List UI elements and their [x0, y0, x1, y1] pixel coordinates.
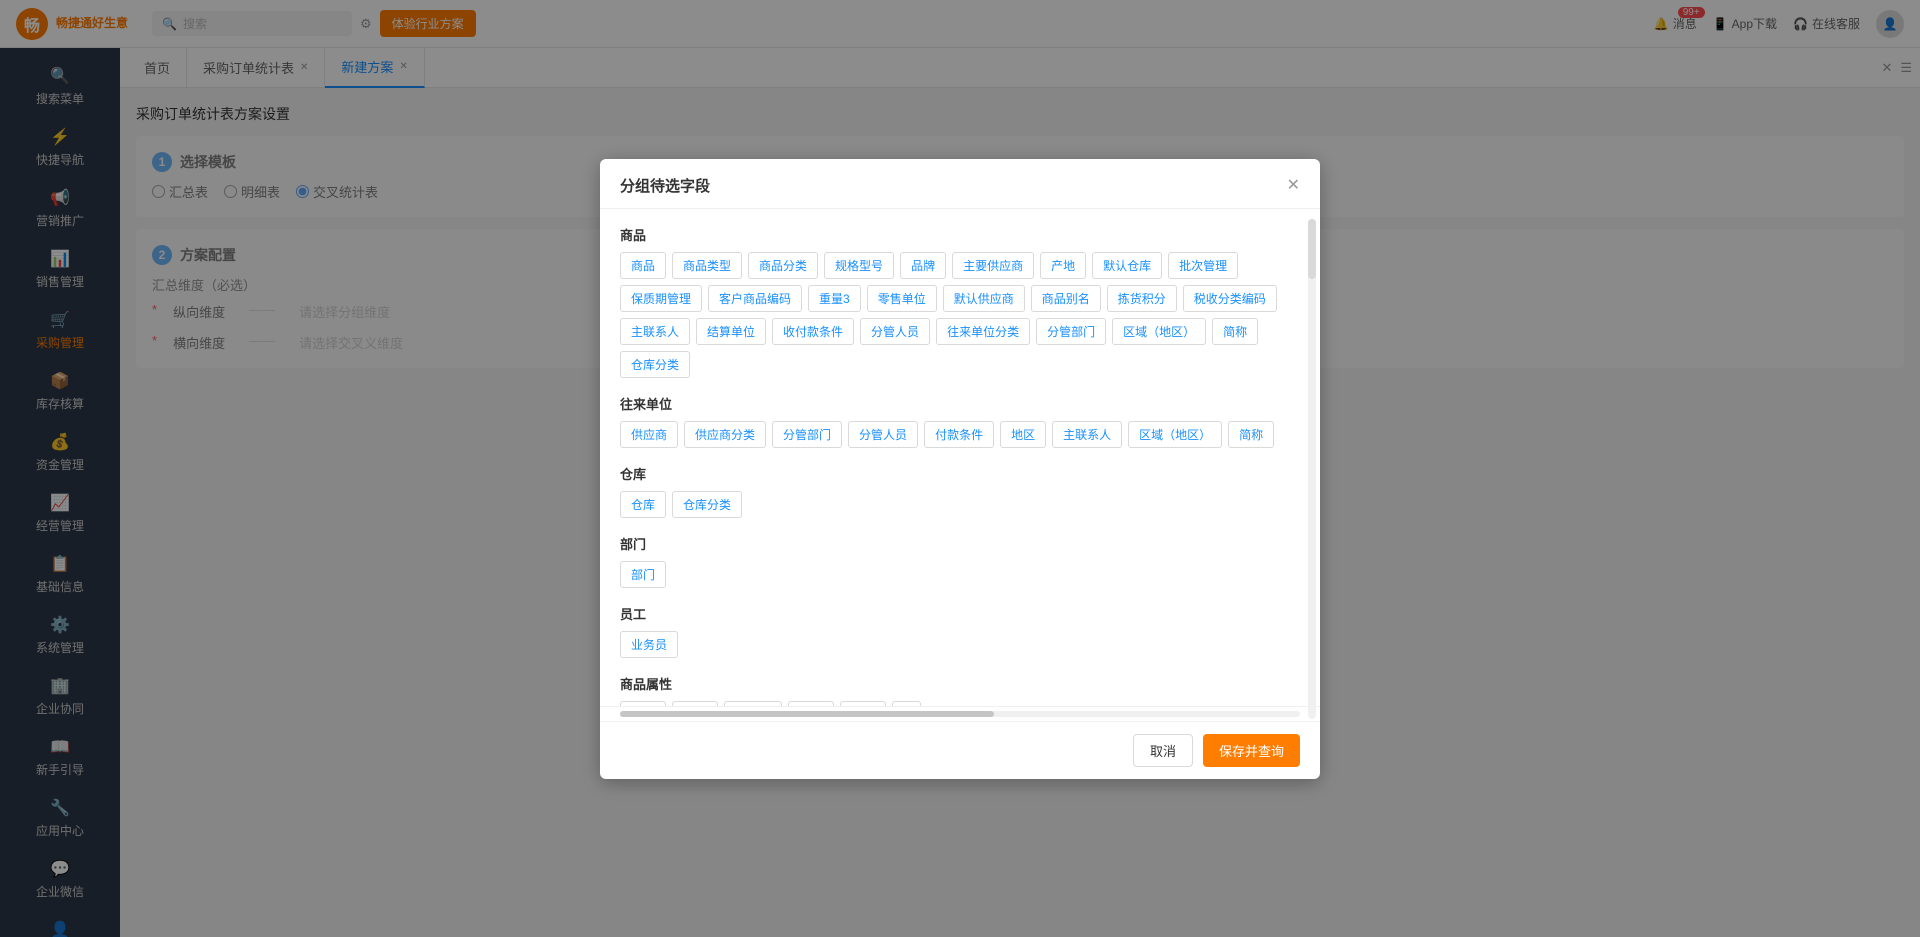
field-tag[interactable]: 默认供应商 [943, 285, 1025, 312]
save-button[interactable]: 保存并查询 [1203, 734, 1300, 767]
modal-body: 商品商品商品类型商品分类规格型号品牌主要供应商产地默认仓库批次管理保质期管理客户… [600, 209, 1320, 707]
field-tag[interactable]: 供应商 [620, 421, 678, 448]
section-title-warehouse: 仓库 [620, 464, 1300, 483]
modal-header: 分组待选字段 ✕ [600, 159, 1320, 209]
field-tag[interactable]: 仓库分类 [620, 351, 690, 378]
field-tag[interactable]: 商品 [620, 252, 666, 279]
cancel-button[interactable]: 取消 [1133, 734, 1193, 767]
field-tag[interactable]: 产地 [1040, 252, 1086, 279]
field-tag[interactable]: 付款条件 [924, 421, 994, 448]
field-tag[interactable]: 地区 [1000, 421, 1046, 448]
field-tag[interactable]: 仓库分类 [672, 491, 742, 518]
horizontal-scroll-thumb [620, 711, 994, 717]
field-tag[interactable]: 商品别名 [1031, 285, 1101, 312]
section-title-partner: 往来单位 [620, 394, 1300, 413]
field-tag[interactable]: 往来单位分类 [936, 318, 1030, 345]
field-tag[interactable]: 部门 [620, 561, 666, 588]
field-tag[interactable]: 分管人员 [848, 421, 918, 448]
field-tags-partner: 供应商供应商分类分管部门分管人员付款条件地区主联系人区域（地区）简称 [620, 421, 1300, 448]
field-tag[interactable]: 主联系人 [620, 318, 690, 345]
field-tag[interactable]: 主联系人 [1052, 421, 1122, 448]
field-tag[interactable]: 主要供应商 [952, 252, 1034, 279]
field-tag[interactable]: 业务员 [620, 631, 678, 658]
field-tag[interactable]: 税收分类编码 [1183, 285, 1277, 312]
section-title-employee: 员工 [620, 604, 1300, 623]
field-tag[interactable]: 拣货积分 [1107, 285, 1177, 312]
field-tag[interactable]: 区域（地区） [1112, 318, 1206, 345]
field-tag[interactable]: 客户商品编码 [708, 285, 802, 312]
field-tag[interactable]: 分管人员 [860, 318, 930, 345]
modal-scrollbar-thumb [1308, 219, 1316, 279]
horizontal-scroll-track [620, 711, 1300, 717]
field-tags-warehouse: 仓库仓库分类 [620, 491, 1300, 518]
section-warehouse: 仓库仓库仓库分类 [620, 464, 1300, 518]
modal-vertical-scrollbar[interactable] [1308, 219, 1316, 719]
section-employee: 员工业务员 [620, 604, 1300, 658]
field-tag[interactable]: 分管部门 [772, 421, 842, 448]
field-tag[interactable]: 品牌 [900, 252, 946, 279]
section-title-goods: 商品 [620, 225, 1300, 244]
modal-dialog: 分组待选字段 ✕ 商品商品商品类型商品分类规格型号品牌主要供应商产地默认仓库批次… [600, 159, 1320, 779]
field-tag[interactable]: 商品类型 [672, 252, 742, 279]
modal-overlay: 分组待选字段 ✕ 商品商品商品类型商品分类规格型号品牌主要供应商产地默认仓库批次… [0, 0, 1920, 937]
section-goods-attr: 商品属性属性颜色多规格尺码鞋码1 [620, 674, 1300, 707]
field-tag[interactable]: 重量3 [808, 285, 861, 312]
field-tag[interactable]: 区域（地区） [1128, 421, 1222, 448]
field-tags-goods: 商品商品类型商品分类规格型号品牌主要供应商产地默认仓库批次管理保质期管理客户商品… [620, 252, 1300, 378]
field-tag[interactable]: 简称 [1228, 421, 1274, 448]
field-tag[interactable]: 简称 [1212, 318, 1258, 345]
section-title-department: 部门 [620, 534, 1300, 553]
modal-title: 分组待选字段 [620, 175, 710, 196]
section-title-goods-attr: 商品属性 [620, 674, 1300, 693]
field-tag[interactable]: 零售单位 [867, 285, 937, 312]
modal-close-btn[interactable]: ✕ [1287, 175, 1300, 195]
field-tag[interactable]: 批次管理 [1168, 252, 1238, 279]
section-partner: 往来单位供应商供应商分类分管部门分管人员付款条件地区主联系人区域（地区）简称 [620, 394, 1300, 448]
field-tag[interactable]: 结算单位 [696, 318, 766, 345]
field-tag[interactable]: 仓库 [620, 491, 666, 518]
modal-footer: 取消 保存并查询 [600, 721, 1320, 779]
section-department: 部门部门 [620, 534, 1300, 588]
field-tag[interactable]: 规格型号 [824, 252, 894, 279]
field-tag[interactable]: 商品分类 [748, 252, 818, 279]
field-tag[interactable]: 供应商分类 [684, 421, 766, 448]
field-tag[interactable]: 保质期管理 [620, 285, 702, 312]
field-tag[interactable]: 默认仓库 [1092, 252, 1162, 279]
modal-bottom-scroll[interactable] [600, 706, 1320, 720]
field-tag[interactable]: 分管部门 [1036, 318, 1106, 345]
field-tag[interactable]: 收付款条件 [772, 318, 854, 345]
field-tags-department: 部门 [620, 561, 1300, 588]
section-goods: 商品商品商品类型商品分类规格型号品牌主要供应商产地默认仓库批次管理保质期管理客户… [620, 225, 1300, 378]
field-tags-employee: 业务员 [620, 631, 1300, 658]
